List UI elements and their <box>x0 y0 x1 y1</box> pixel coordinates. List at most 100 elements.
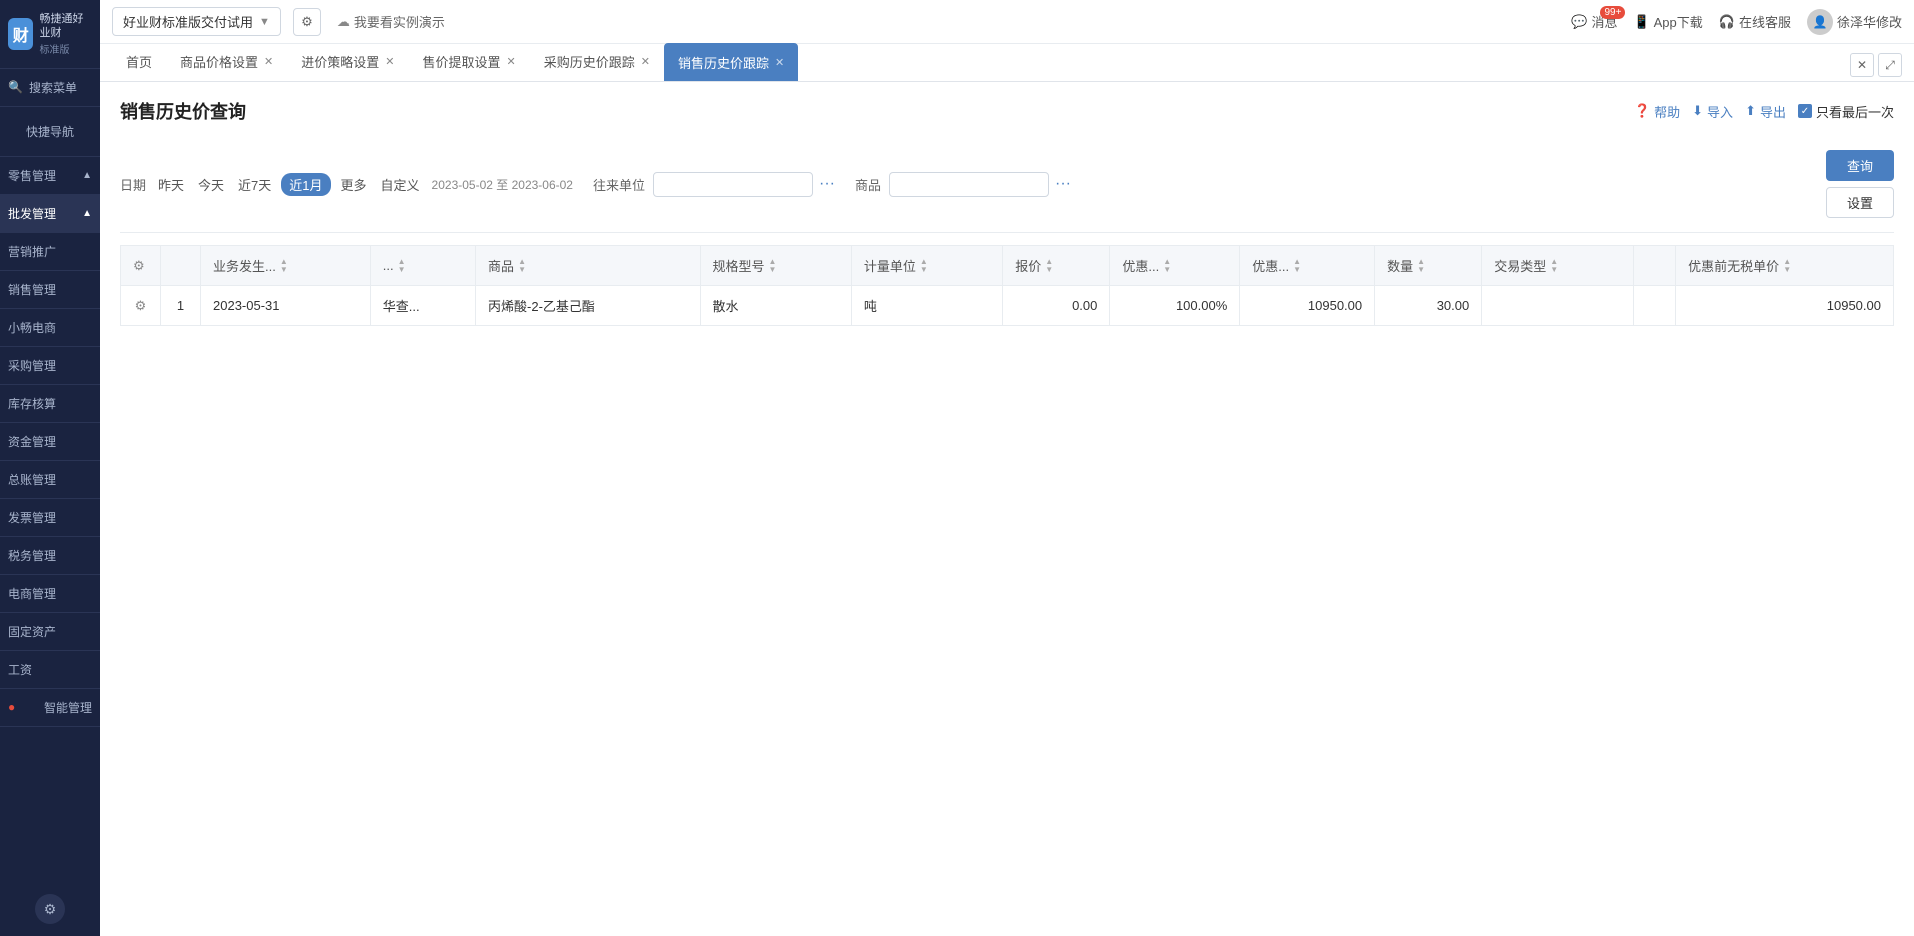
sidebar-item-purchase[interactable]: 采购管理 <box>0 347 100 385</box>
tab-close-window-button[interactable]: ✕ <box>1850 53 1874 77</box>
supplier-filter-group: 往来单位 ··· <box>593 172 835 197</box>
date-opt-last1m[interactable]: 近1月 <box>281 173 330 196</box>
sidebar-item-smart[interactable]: ● 智能管理 <box>0 689 100 727</box>
date-opt-custom[interactable]: 自定义 <box>377 173 424 196</box>
col-unit[interactable]: 计量单位 ▲▼ <box>851 246 1002 286</box>
sidebar-item-invoice[interactable]: 发票管理 <box>0 499 100 537</box>
sidebar-item-assets[interactable]: 固定资产 <box>0 613 100 651</box>
service-button[interactable]: 🎧 在线客服 <box>1719 12 1791 31</box>
tab-close-icon[interactable]: ✕ <box>775 56 784 69</box>
tabbar-controls: ✕ ⤢ <box>1850 53 1902 81</box>
product-lookup-icon[interactable]: ··· <box>1055 175 1071 193</box>
sidebar-search[interactable]: 🔍 搜索菜单 <box>0 69 100 107</box>
tab-close-icon[interactable]: ✕ <box>507 55 516 68</box>
date-label: 日期 <box>120 175 146 194</box>
product-label: 商品 <box>855 175 881 194</box>
col-price[interactable]: 报价 ▲▼ <box>1003 246 1110 286</box>
demo-link[interactable]: ☁ 我要看实例演示 <box>337 12 445 31</box>
data-table: ⚙ 业务发生... ▲▼ ... ▲▼ <box>120 245 1894 326</box>
quick-nav[interactable]: 快捷导航 <box>0 107 100 157</box>
date-opt-more[interactable]: 更多 <box>337 173 371 196</box>
col-settings[interactable]: ⚙ <box>121 246 161 286</box>
filter-bar: 日期 昨天 今天 近7天 近1月 更多 自定义 2023-05-02 至 202… <box>120 140 1894 233</box>
user-menu[interactable]: 👤 徐泽华修改 <box>1807 9 1902 35</box>
sidebar-item-quicknav[interactable]: 快捷导航 <box>0 115 100 148</box>
col-more[interactable]: ... ▲▼ <box>370 246 475 286</box>
settings-button[interactable]: ⚙ <box>35 894 65 924</box>
product-input[interactable] <box>889 172 1049 197</box>
tab-price[interactable]: 商品价格设置 ✕ <box>166 43 287 81</box>
supplier-input-group: ··· <box>653 172 835 197</box>
sidebar-item-tax[interactable]: 税务管理 <box>0 537 100 575</box>
col-spacer <box>1633 246 1676 286</box>
sort-icon: ▲▼ <box>1293 258 1301 274</box>
sidebar-item-inventory[interactable]: 库存核算 <box>0 385 100 423</box>
sidebar-item-wholesale[interactable]: 批发管理 ▲ <box>0 195 100 233</box>
product-selector[interactable]: 好业财标准版交付试用 ▼ <box>112 7 281 36</box>
gear-icon: ⚙ <box>133 258 145 273</box>
dropdown-arrow-icon: ▼ <box>259 16 270 28</box>
sort-icon: ▲▼ <box>1550 258 1558 274</box>
col-pretax-price[interactable]: 优惠前无税单价 ▲▼ <box>1676 246 1894 286</box>
tab-close-icon[interactable]: ✕ <box>641 55 650 68</box>
col-trade-type[interactable]: 交易类型 ▲▼ <box>1482 246 1633 286</box>
table-container: ⚙ 业务发生... ▲▼ ... ▲▼ <box>120 245 1894 326</box>
page-header-actions: ❓ 帮助 ⬇ 导入 ⬆ 导出 ✓ 只看最后一次 <box>1634 102 1894 121</box>
topbar: 好业财标准版交付试用 ▼ ⚙ ☁ 我要看实例演示 💬 消息 99+ 📱 App下… <box>100 0 1914 44</box>
sidebar-item-marketing[interactable]: 营销推广 <box>0 233 100 271</box>
tab-close-icon[interactable]: ✕ <box>385 55 394 68</box>
tab-sale-extract[interactable]: 售价提取设置 ✕ <box>408 43 529 81</box>
sidebar-item-ledger[interactable]: 总账管理 <box>0 461 100 499</box>
tab-home[interactable]: 首页 <box>112 43 166 81</box>
col-product[interactable]: 商品 ▲▼ <box>476 246 700 286</box>
row-product: 丙烯酸-2-乙基己酯 <box>476 286 700 326</box>
row-settings[interactable]: ⚙ <box>121 286 161 326</box>
sidebar-item-ecommerce-small[interactable]: 小畅电商 <box>0 309 100 347</box>
supplier-lookup-icon[interactable]: ··· <box>819 175 835 193</box>
row-trade-type <box>1482 286 1633 326</box>
tab-sales-history[interactable]: 销售历史价跟踪 ✕ <box>664 43 798 81</box>
sidebar-items: 零售管理 ▲ 批发管理 ▲ 营销推广 销售管理 小畅电商 采购管理 库存核算 资… <box>0 157 100 727</box>
sidebar-item-payroll[interactable]: 工资 <box>0 651 100 689</box>
date-opt-today[interactable]: 今天 <box>194 173 228 196</box>
date-opt-yesterday[interactable]: 昨天 <box>154 173 188 196</box>
col-discount2[interactable]: 优惠... ▲▼ <box>1240 246 1375 286</box>
col-discount1[interactable]: 优惠... ▲▼ <box>1110 246 1240 286</box>
message-badge: 99+ <box>1600 6 1625 19</box>
col-spec[interactable]: 规格型号 ▲▼ <box>700 246 851 286</box>
export-button[interactable]: ⬆ 导出 <box>1745 102 1786 121</box>
sidebar-item-sales[interactable]: 销售管理 <box>0 271 100 309</box>
sort-icon: ▲▼ <box>1045 258 1053 274</box>
row-discount1: 100.00% <box>1110 286 1240 326</box>
gear-icon: ⚙ <box>135 298 147 313</box>
sidebar-item-retail[interactable]: 零售管理 ▲ <box>0 157 100 195</box>
date-opt-last7[interactable]: 近7天 <box>234 173 275 196</box>
topbar-settings-button[interactable]: ⚙ <box>293 8 321 36</box>
tab-purchase-history[interactable]: 采购历史价跟踪 ✕ <box>530 43 664 81</box>
logo-text: 畅捷通好业财 <box>39 12 92 41</box>
tab-close-icon[interactable]: ✕ <box>264 55 273 68</box>
sort-icon: ▲▼ <box>398 258 406 274</box>
import-button[interactable]: ⬇ 导入 <box>1692 102 1733 121</box>
help-button[interactable]: ❓ 帮助 <box>1634 102 1680 121</box>
settings-button[interactable]: 设置 <box>1826 187 1894 218</box>
import-icon: ⬇ <box>1692 103 1703 119</box>
col-quantity[interactable]: 数量 ▲▼ <box>1375 246 1482 286</box>
row-spec: 散水 <box>700 286 851 326</box>
col-date[interactable]: 业务发生... ▲▼ <box>201 246 371 286</box>
supplier-input[interactable] <box>653 172 813 197</box>
row-price: 0.00 <box>1003 286 1110 326</box>
sidebar-item-ecommerce[interactable]: 电商管理 <box>0 575 100 613</box>
query-button[interactable]: 查询 <box>1826 150 1894 181</box>
app-download-button[interactable]: 📱 App下载 <box>1633 12 1702 31</box>
sidebar-item-finance[interactable]: 资金管理 <box>0 423 100 461</box>
message-icon: 💬 <box>1571 14 1587 30</box>
only-last-checkbox[interactable]: ✓ 只看最后一次 <box>1798 102 1894 121</box>
product-filter-group: 商品 ··· <box>855 172 1071 197</box>
message-button[interactable]: 💬 消息 99+ <box>1571 12 1617 31</box>
cloud-icon: ☁ <box>337 14 350 30</box>
tab-purchase-strategy[interactable]: 进价策略设置 ✕ <box>287 43 408 81</box>
action-buttons: 查询 设置 <box>1826 150 1894 218</box>
tab-maximize-button[interactable]: ⤢ <box>1878 53 1902 77</box>
row-unit: 吨 <box>851 286 1002 326</box>
